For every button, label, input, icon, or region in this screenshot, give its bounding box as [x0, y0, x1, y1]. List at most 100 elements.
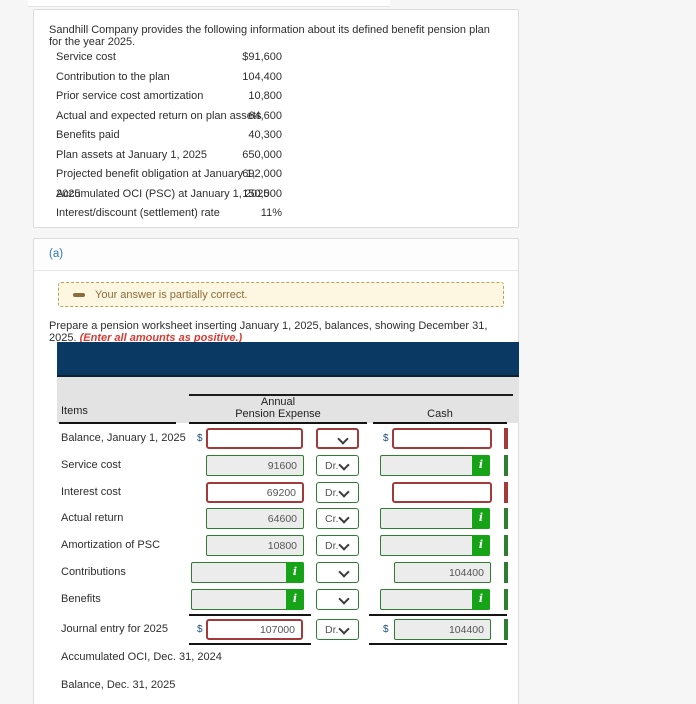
- clipped-column-input-edge: [504, 455, 508, 476]
- input-value: 64600: [267, 513, 297, 525]
- cash-input-interest-cost[interactable]: [392, 482, 492, 503]
- chevron-down-icon: [338, 623, 350, 635]
- dollar-sign: $: [383, 624, 389, 635]
- info-label: Benefits paid: [56, 129, 120, 141]
- instruction-text: Prepare a pension worksheet inserting Ja…: [49, 320, 509, 344]
- chevron-down-icon: [337, 433, 349, 445]
- total-rule: [369, 643, 507, 645]
- clipped-column-input-edge: [504, 535, 508, 556]
- info-value: 692,000: [242, 168, 282, 180]
- info-label: Actual and expected return on plan asset…: [56, 109, 262, 122]
- info-value: $91,600: [242, 51, 282, 63]
- ape-input-interest-cost[interactable]: 69200: [206, 482, 304, 503]
- cash-input-journal-entry[interactable]: 104400: [394, 619, 491, 640]
- info-icon[interactable]: i: [472, 455, 490, 476]
- ape-drcr-select-interest-cost[interactable]: Dr.: [316, 482, 359, 503]
- table-row: Interest/discount (settlement) rate 11%: [56, 204, 282, 224]
- table-row: Projected benefit obligation at January …: [56, 165, 282, 200]
- ape-drcr-select-contributions[interactable]: [316, 562, 359, 583]
- ape-input-balance-jan1[interactable]: [206, 428, 303, 449]
- ape-drcr-select-journal-entry[interactable]: Dr.: [316, 619, 359, 640]
- row-label: Interest cost: [61, 486, 121, 498]
- clipped-column-input-edge: [504, 482, 508, 503]
- info-label: Service cost: [56, 51, 116, 63]
- input-value: 107000: [259, 624, 295, 636]
- chevron-down-icon: [338, 539, 350, 551]
- info-icon[interactable]: i: [286, 589, 304, 610]
- ape-drcr-select-balance-jan1[interactable]: [316, 428, 359, 449]
- info-label: Prior service cost amortization: [56, 90, 204, 102]
- row-label: Benefits: [61, 593, 101, 605]
- info-value: 650,000: [242, 148, 282, 161]
- row-label: Actual return: [61, 512, 124, 524]
- problem-intro: Sandhill Company provides the following …: [49, 24, 490, 48]
- row-label: Journal entry for 2025: [61, 623, 169, 635]
- part-header: (a): [34, 239, 518, 271]
- row-label: Amortization of PSC: [61, 539, 161, 551]
- cash-input-actual-return[interactable]: i: [380, 508, 490, 529]
- info-label: Plan assets at January 1, 2025: [56, 148, 208, 161]
- info-icon[interactable]: i: [286, 562, 304, 583]
- feedback-text: Your answer is partially correct.: [95, 289, 248, 301]
- ape-drcr-select-service-cost[interactable]: Dr.: [316, 455, 359, 476]
- dollar-sign: $: [197, 433, 203, 444]
- chevron-down-icon: [338, 593, 350, 605]
- cash-input-balance-jan1[interactable]: [392, 428, 492, 449]
- cash-input-benefits[interactable]: i: [380, 589, 490, 610]
- column-header-annual-pension-expense: Annual Pension Expense: [189, 396, 367, 420]
- cash-input-service-cost[interactable]: i: [380, 455, 490, 476]
- column-header-cash: Cash: [427, 408, 453, 420]
- ape-input-benefits[interactable]: i: [191, 589, 304, 610]
- info-icon[interactable]: i: [472, 508, 490, 529]
- row-label: Balance, January 1, 2025: [61, 432, 186, 444]
- page: Sandhill Company provides the following …: [0, 0, 696, 704]
- select-value: Dr.: [325, 487, 339, 499]
- clipped-column-input-edge: [504, 508, 508, 529]
- chevron-down-icon: [338, 486, 350, 498]
- answer-card: (a) Your answer is partially correct. Pr…: [33, 238, 519, 704]
- table-row: Benefits paid 40,300: [56, 126, 282, 146]
- dollar-sign: $: [197, 624, 203, 635]
- info-label: Contribution to the plan: [56, 70, 170, 83]
- ape-input-actual-return[interactable]: 64600: [206, 508, 304, 529]
- select-value: Dr.: [325, 540, 339, 552]
- feedback-banner: Your answer is partially correct.: [58, 282, 504, 307]
- ape-input-contributions[interactable]: i: [191, 562, 304, 583]
- table-row: Service cost $91,600: [56, 48, 282, 68]
- row-label: Service cost: [61, 459, 121, 471]
- input-value: 104400: [448, 567, 484, 579]
- info-value: 64,600: [248, 109, 282, 122]
- cash-input-amortization-psc[interactable]: i: [380, 535, 490, 556]
- ape-input-journal-entry[interactable]: 107000: [206, 619, 303, 640]
- info-icon[interactable]: i: [472, 535, 490, 556]
- worksheet-title-bar: [57, 342, 519, 377]
- ape-input-amortization-psc[interactable]: 10800: [206, 535, 304, 556]
- select-value: Dr.: [325, 624, 339, 636]
- ape-drcr-select-amortization-psc[interactable]: Dr.: [316, 535, 359, 556]
- underline-ape: [189, 422, 367, 424]
- clipped-column-input-edge: [504, 589, 508, 610]
- table-row: Actual and expected return on plan asset…: [56, 107, 282, 127]
- ape-input-service-cost[interactable]: 91600: [206, 455, 304, 476]
- input-value: 69200: [266, 487, 296, 499]
- info-value: 40,300: [248, 129, 282, 141]
- total-rule: [369, 614, 507, 616]
- ape-drcr-select-benefits[interactable]: [316, 589, 359, 610]
- row-label: Contributions: [61, 566, 126, 578]
- row-label: Balance, Dec. 31, 2025: [61, 679, 176, 691]
- clipped-column-input-edge: [504, 619, 508, 640]
- column-header-line2: Pension Expense: [235, 408, 321, 420]
- problem-card: Sandhill Company provides the following …: [33, 9, 519, 228]
- underline-items: [59, 422, 176, 424]
- ape-drcr-select-actual-return[interactable]: Cr.: [316, 508, 359, 529]
- cash-input-contributions[interactable]: 104400: [394, 562, 491, 583]
- chevron-down-icon: [338, 459, 350, 471]
- table-row: Plan assets at January 1, 2025 650,000: [56, 146, 282, 166]
- info-value: 104,400: [242, 70, 282, 83]
- info-label: Accumulated OCI (PSC) at January 1, 2025: [56, 187, 270, 200]
- total-rule: [189, 614, 311, 616]
- chevron-down-icon: [338, 512, 350, 524]
- part-a-link[interactable]: (a): [49, 248, 63, 260]
- info-icon[interactable]: i: [472, 589, 490, 610]
- pension-info-table: Service cost $91,600 Contribution to the …: [56, 48, 282, 224]
